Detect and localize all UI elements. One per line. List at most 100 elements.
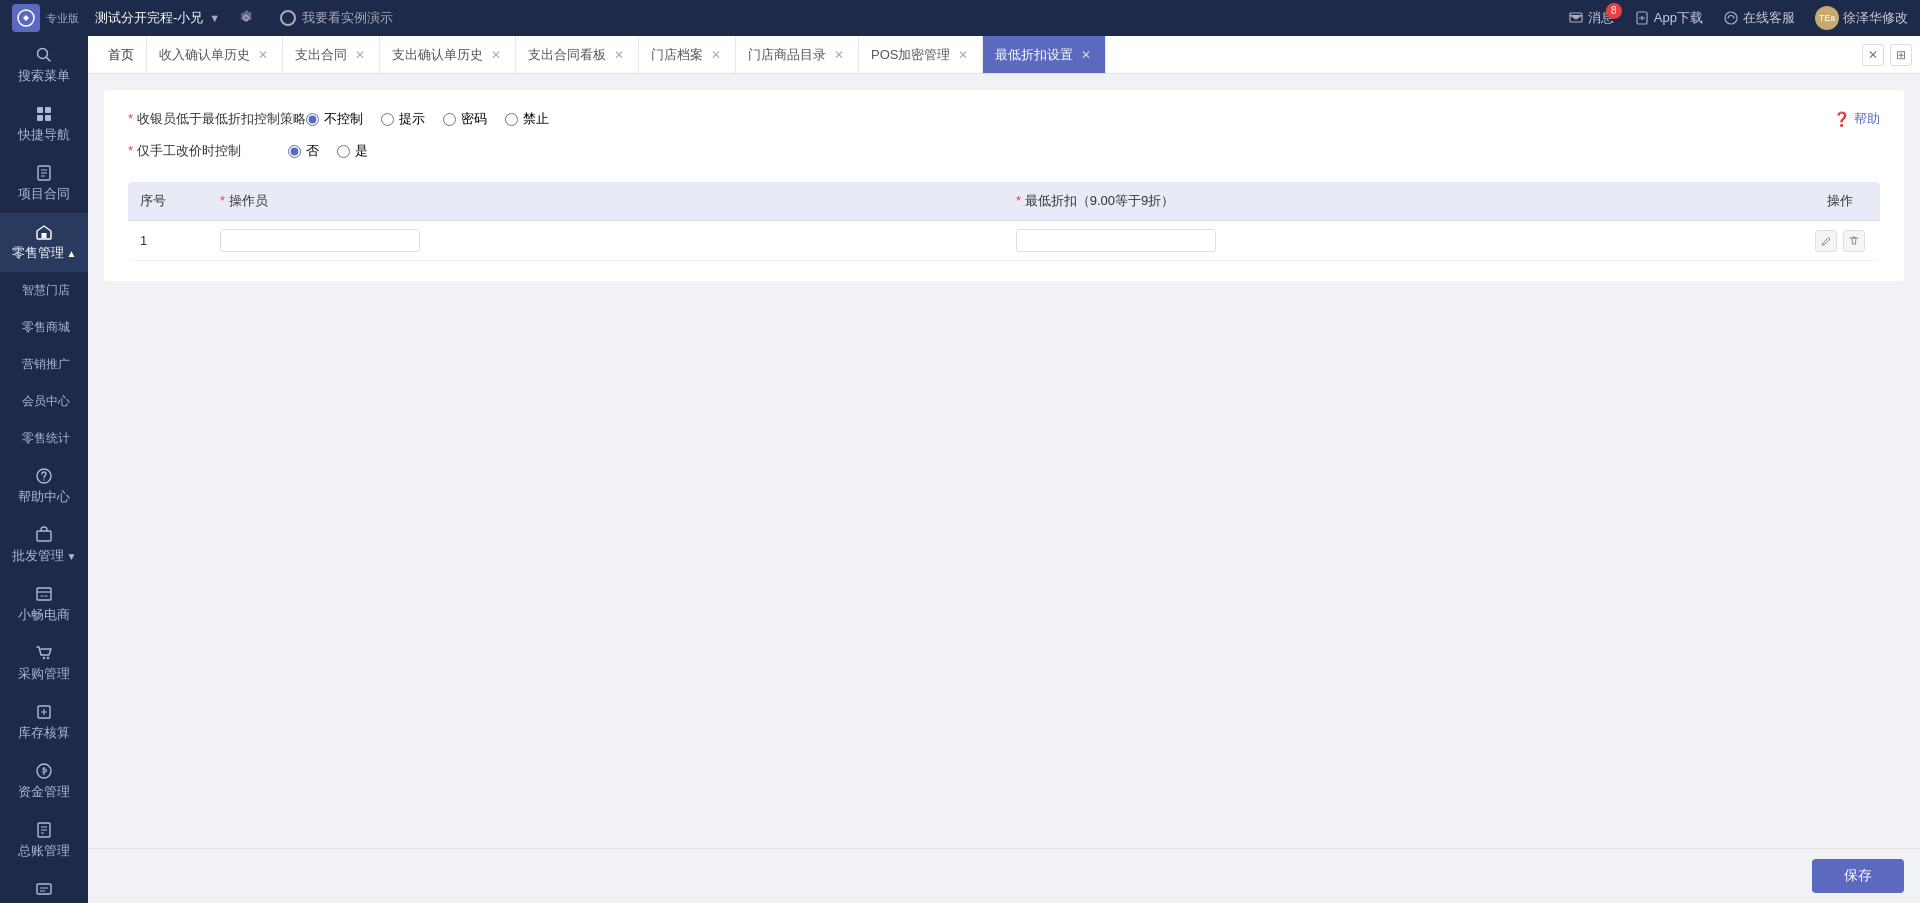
- online-service-btn[interactable]: 在线客服: [1723, 9, 1795, 27]
- sidebar-label-search: 搜索菜单: [18, 67, 70, 85]
- app-download-btn[interactable]: App下载: [1634, 9, 1703, 27]
- tab-payment-contract[interactable]: 支出合同 ✕: [283, 36, 380, 74]
- message-btn[interactable]: 消息 8: [1568, 9, 1614, 27]
- radio-no[interactable]: [288, 145, 301, 158]
- delete-row-btn-1[interactable]: [1843, 230, 1865, 252]
- sidebar-item-help-center[interactable]: 帮助中心: [0, 457, 88, 516]
- edit-row-btn-1[interactable]: [1815, 230, 1837, 252]
- th-action: 操作: [1800, 182, 1880, 220]
- tab-income-confirm[interactable]: 收入确认单历史 ✕: [147, 36, 283, 74]
- sidebar-item-marketing[interactable]: 营销推广: [0, 346, 88, 383]
- tab-payment-confirm-close[interactable]: ✕: [489, 48, 503, 62]
- settings-icon[interactable]: [236, 8, 256, 28]
- tab-payment-contract-label: 支出合同: [295, 46, 347, 64]
- project-name: 测试分开完程-小兄: [95, 9, 203, 27]
- sidebar-item-invoice[interactable]: 发票管理: [0, 870, 88, 903]
- sidebar-item-search[interactable]: 搜索菜单: [0, 36, 88, 95]
- option-no[interactable]: 否: [288, 142, 319, 160]
- app-download-label: App下载: [1654, 9, 1703, 27]
- radio-password[interactable]: [443, 113, 456, 126]
- tab-payment-board-close[interactable]: ✕: [612, 48, 626, 62]
- th-seq: 序号: [128, 182, 208, 220]
- top-bar-right: 消息 8 App下载 在线客服 TEa 徐泽华修改: [1568, 6, 1908, 30]
- tab-pos-password-label: POS加密管理: [871, 46, 950, 64]
- option-remind[interactable]: 提示: [381, 110, 425, 128]
- sidebar-label-capital: 资金管理: [18, 783, 70, 801]
- required-star-2: *: [128, 143, 133, 158]
- sidebar-item-shortcut[interactable]: 快捷导航: [0, 95, 88, 154]
- td-seq-1: 1: [128, 225, 208, 256]
- svg-point-15: [47, 657, 49, 659]
- tab-pos-password-close[interactable]: ✕: [956, 48, 970, 62]
- tab-min-discount-label: 最低折扣设置: [995, 46, 1073, 64]
- svg-rect-6: [37, 115, 43, 121]
- tab-store-catalog-close[interactable]: ✕: [832, 48, 846, 62]
- sidebar-item-purchase[interactable]: 采购管理: [0, 634, 88, 693]
- svg-point-11: [43, 479, 45, 481]
- tab-pos-password[interactable]: POS加密管理 ✕: [859, 36, 983, 74]
- tab-payment-confirm[interactable]: 支出确认单历史 ✕: [380, 36, 516, 74]
- manual-control-options: 否 是: [288, 142, 368, 160]
- sidebar-item-project-contract[interactable]: 项目合同: [0, 154, 88, 213]
- tab-store-catalog[interactable]: 门店商品目录 ✕: [736, 36, 859, 74]
- sidebar-label-smart-store: 智慧门店: [22, 282, 70, 299]
- maximize-tab-btn[interactable]: ⊞: [1890, 44, 1912, 66]
- tab-payment-contract-close[interactable]: ✕: [353, 48, 367, 62]
- th-discount-required: *: [1016, 193, 1021, 208]
- sidebar-item-retail-mall[interactable]: 零售商城: [0, 309, 88, 346]
- sidebar-item-member-center[interactable]: 会员中心: [0, 383, 88, 420]
- td-action-1: [1800, 222, 1880, 260]
- option-forbid[interactable]: 禁止: [505, 110, 549, 128]
- svg-point-14: [43, 657, 45, 659]
- sidebar-item-retail-stats[interactable]: 零售统计: [0, 420, 88, 457]
- table-header: 序号 * 操作员 * 最低折扣（9.00等于9折） 操作: [128, 182, 1880, 221]
- tab-store-profile[interactable]: 门店档案 ✕: [639, 36, 736, 74]
- tab-home[interactable]: 首页: [96, 36, 147, 74]
- radio-no-control[interactable]: [306, 113, 319, 126]
- sidebar-item-ecommerce[interactable]: 小畅电商: [0, 575, 88, 634]
- th-discount: * 最低折扣（9.00等于9折）: [1004, 182, 1800, 220]
- sidebar-label-help-center: 帮助中心: [18, 488, 70, 506]
- sidebar-label-ecommerce: 小畅电商: [18, 606, 70, 624]
- avatar: TEa: [1815, 6, 1839, 30]
- discount-input-1[interactable]: [1016, 229, 1216, 252]
- close-tab-btn[interactable]: ✕: [1862, 44, 1884, 66]
- radio-remind[interactable]: [381, 113, 394, 126]
- option-no-control[interactable]: 不控制: [306, 110, 363, 128]
- tab-store-profile-label: 门店档案: [651, 46, 703, 64]
- radio-forbid[interactable]: [505, 113, 518, 126]
- sidebar-item-retail-mgmt[interactable]: 零售管理 ▲: [0, 213, 88, 272]
- tab-store-profile-close[interactable]: ✕: [709, 48, 723, 62]
- td-operator-1[interactable]: [208, 221, 1004, 260]
- tab-income-confirm-close[interactable]: ✕: [256, 48, 270, 62]
- td-discount-1[interactable]: [1004, 221, 1800, 260]
- tab-payment-board[interactable]: 支出合同看板 ✕: [516, 36, 639, 74]
- sidebar-item-accounting[interactable]: 总账管理: [0, 811, 88, 870]
- tabs-actions: ✕ ⊞: [1862, 44, 1912, 66]
- user-menu-btn[interactable]: TEa 徐泽华修改: [1815, 6, 1908, 30]
- page-footer: 保存: [88, 848, 1920, 903]
- tab-min-discount[interactable]: 最低折扣设置 ✕: [983, 36, 1106, 74]
- option-yes[interactable]: 是: [337, 142, 368, 160]
- demo-area[interactable]: 我要看实例演示: [280, 9, 393, 27]
- tab-home-label: 首页: [108, 46, 134, 64]
- save-button[interactable]: 保存: [1812, 859, 1904, 893]
- tab-payment-confirm-label: 支出确认单历史: [392, 46, 483, 64]
- sidebar-item-capital[interactable]: 资金管理: [0, 752, 88, 811]
- sidebar-item-inventory[interactable]: 库存核算: [0, 693, 88, 752]
- radio-yes[interactable]: [337, 145, 350, 158]
- sidebar-item-smart-store[interactable]: 智慧门店: [0, 272, 88, 309]
- svg-rect-9: [42, 233, 47, 238]
- sidebar-label-shortcut: 快捷导航: [18, 126, 70, 144]
- tabs-bar: 首页 收入确认单历史 ✕ 支出合同 ✕ 支出确认单历史 ✕ 支出合同看板 ✕ 门…: [88, 36, 1920, 74]
- help-link[interactable]: ❓ 帮助: [1833, 110, 1880, 128]
- message-badge: 8: [1606, 3, 1622, 19]
- option-password[interactable]: 密码: [443, 110, 487, 128]
- settings-card: * 收银员低于最低折扣控制策略 不控制 提示: [104, 90, 1904, 281]
- tab-min-discount-close[interactable]: ✕: [1079, 48, 1093, 62]
- project-selector[interactable]: 测试分开完程-小兄 ▼: [95, 9, 220, 27]
- sidebar-item-wholesale[interactable]: 批发管理 ▼: [0, 516, 88, 575]
- content-area: 首页 收入确认单历史 ✕ 支出合同 ✕ 支出确认单历史 ✕ 支出合同看板 ✕ 门…: [88, 36, 1920, 903]
- operator-input-1[interactable]: [220, 229, 420, 252]
- svg-rect-7: [45, 115, 51, 121]
